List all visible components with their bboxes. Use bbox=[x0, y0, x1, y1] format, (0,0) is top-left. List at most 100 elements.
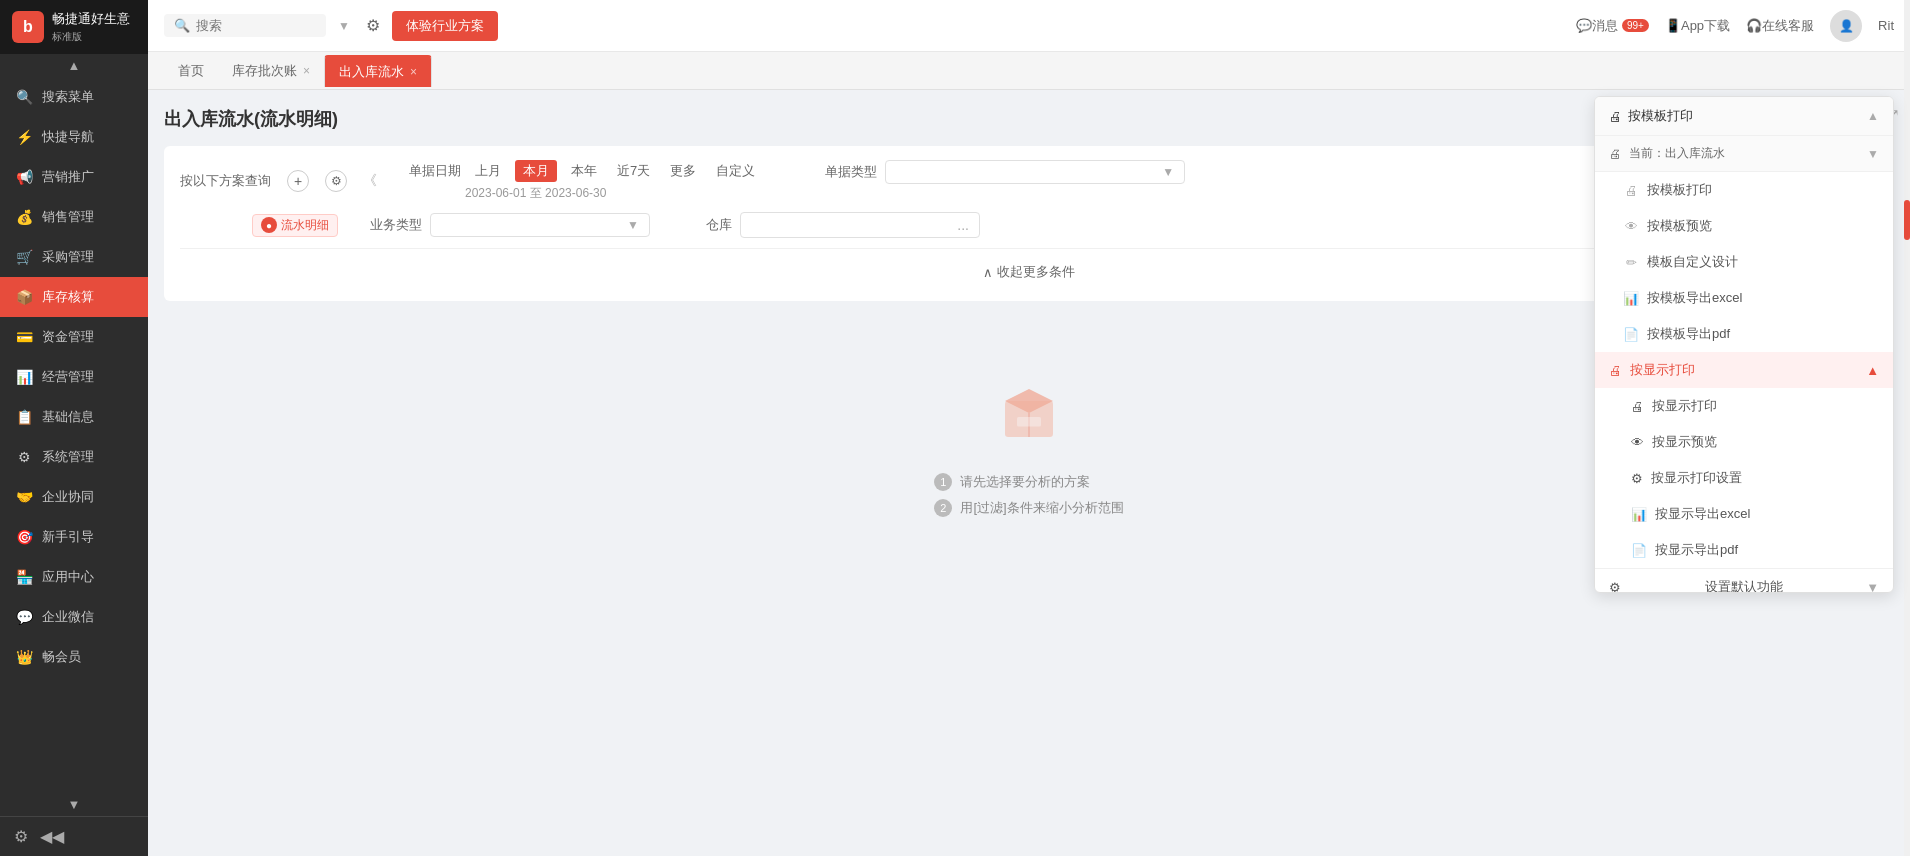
business-type-select[interactable]: ▼ bbox=[430, 213, 650, 237]
empty-state-icon bbox=[989, 373, 1069, 453]
filter-collapse-btn[interactable]: 《 bbox=[363, 172, 377, 190]
date-field-label: 单据日期 bbox=[409, 162, 461, 180]
empty-step-1: 1 请先选择要分析的方案 bbox=[934, 473, 1123, 491]
active-filter-tag-wrapper: ● 流水明细 bbox=[252, 214, 338, 237]
display-preview-icon: 👁 bbox=[1631, 435, 1644, 450]
tab-flow[interactable]: 出入库流水 × bbox=[324, 55, 432, 87]
collapse-conditions-btn[interactable]: ∧ 收起更多条件 bbox=[977, 257, 1081, 287]
dropdown-header-arrow[interactable]: ▲ bbox=[1867, 109, 1879, 123]
display-section-arrow: ▲ bbox=[1866, 363, 1879, 378]
customer-service-icon: 🎧 bbox=[1746, 18, 1762, 33]
sidebar-scroll-up[interactable]: ▲ bbox=[0, 54, 148, 77]
dropdown-header-title: 🖨 按模板打印 bbox=[1609, 107, 1693, 125]
dropdown-item-display-print[interactable]: 🖨 按显示打印 bbox=[1595, 388, 1893, 424]
sidebar-item-guide[interactable]: 🎯 新手引导 bbox=[0, 517, 148, 557]
template-custom-icon: ✏ bbox=[1623, 254, 1639, 270]
guide-icon: 🎯 bbox=[14, 527, 34, 547]
display-excel-icon: 📊 bbox=[1631, 507, 1647, 522]
dropdown-item-display-settings[interactable]: ⚙ 按显示打印设置 bbox=[1595, 460, 1893, 496]
sidebar-item-quick-nav[interactable]: ⚡ 快捷导航 bbox=[0, 117, 148, 157]
voucher-type-arrow: ▼ bbox=[1162, 165, 1174, 179]
operations-icon: 📊 bbox=[14, 367, 34, 387]
warehouse-label: 仓库 bbox=[706, 216, 732, 234]
logo-text: 畅捷通好生意 标准版 bbox=[52, 10, 130, 44]
search-input[interactable] bbox=[196, 18, 316, 33]
template-print-icon: 🖨 bbox=[1623, 182, 1639, 198]
sidebar-item-sales[interactable]: 💰 销售管理 bbox=[0, 197, 148, 237]
search-dropdown-arrow[interactable]: ▼ bbox=[338, 19, 350, 33]
sidebar-item-system[interactable]: ⚙ 系统管理 bbox=[0, 437, 148, 477]
search-box-icon: 🔍 bbox=[174, 18, 190, 33]
voucher-type-group: 单据类型 ▼ bbox=[825, 160, 1185, 184]
messages-icon: 💬 bbox=[1576, 18, 1592, 33]
sidebar-item-search[interactable]: 🔍 搜索菜单 bbox=[0, 77, 148, 117]
sidebar-item-operations[interactable]: 📊 经营管理 bbox=[0, 357, 148, 397]
sidebar-settings-icon[interactable]: ⚙ bbox=[14, 827, 28, 846]
right-resize-handle[interactable] bbox=[1904, 0, 1910, 856]
sidebar-item-inventory[interactable]: 📦 库存核算 bbox=[0, 277, 148, 317]
sidebar-item-wechat[interactable]: 💬 企业微信 bbox=[0, 597, 148, 637]
sidebar-footer: ⚙ ◀◀ bbox=[0, 816, 148, 856]
dropdown-item-template-print[interactable]: 🖨 按模板打印 bbox=[1595, 172, 1893, 208]
date-tab-last7[interactable]: 近7天 bbox=[611, 160, 656, 182]
search-icon: 🔍 bbox=[14, 87, 34, 107]
date-tab-this-month[interactable]: 本月 bbox=[515, 160, 557, 182]
date-filter-row: 单据日期 上月 本月 本年 近7天 更多 自定义 bbox=[409, 160, 761, 182]
topbar-settings-icon[interactable]: ⚙ bbox=[366, 16, 380, 35]
top-bar: 🔍 ▼ ⚙ 体验行业方案 💬 消息 99+ 📱 App下载 🎧 bbox=[148, 0, 1910, 52]
dropdown-footer[interactable]: ⚙ 设置默认功能 ▼ bbox=[1595, 568, 1893, 592]
filter-settings-btn[interactable]: ⚙ bbox=[325, 170, 347, 192]
display-print-icon: 🖨 bbox=[1631, 399, 1644, 414]
user-avatar[interactable]: 👤 bbox=[1830, 10, 1862, 42]
date-tab-more[interactable]: 更多 bbox=[664, 160, 702, 182]
industry-btn[interactable]: 体验行业方案 bbox=[392, 11, 498, 41]
sidebar-item-purchase[interactable]: 🛒 采购管理 bbox=[0, 237, 148, 277]
collab-icon: 🤝 bbox=[14, 487, 34, 507]
sidebar-item-apps[interactable]: 🏪 应用中心 bbox=[0, 557, 148, 597]
date-tab-prev-month[interactable]: 上月 bbox=[469, 160, 507, 182]
username-label[interactable]: Rit bbox=[1878, 18, 1894, 33]
dropdown-item-display-pdf[interactable]: 📄 按显示导出pdf bbox=[1595, 532, 1893, 568]
warehouse-select[interactable]: ... bbox=[740, 212, 980, 238]
dropdown-item-template-custom[interactable]: ✏ 模板自定义设计 bbox=[1595, 244, 1893, 280]
sidebar-item-member[interactable]: 👑 畅会员 bbox=[0, 637, 148, 677]
voucher-type-select[interactable]: ▼ bbox=[885, 160, 1185, 184]
date-tab-custom[interactable]: 自定义 bbox=[710, 160, 761, 182]
dropdown-item-display-preview[interactable]: 👁 按显示预览 bbox=[1595, 424, 1893, 460]
sidebar-item-finance[interactable]: 💳 资金管理 bbox=[0, 317, 148, 357]
display-section-header[interactable]: 🖨 按显示打印 ▲ bbox=[1595, 352, 1893, 388]
messages-btn[interactable]: 💬 消息 99+ bbox=[1576, 17, 1649, 35]
filter-tag-flow: ● 流水明细 bbox=[252, 214, 338, 237]
business-type-label: 业务类型 bbox=[370, 216, 422, 234]
business-type-arrow: ▼ bbox=[627, 218, 639, 232]
tab-bar: 首页 库存批次账 × 出入库流水 × bbox=[148, 52, 1910, 90]
filter-add-btn[interactable]: + bbox=[287, 170, 309, 192]
display-settings-icon: ⚙ bbox=[1631, 471, 1643, 486]
sidebar-item-marketing[interactable]: 📢 营销推广 bbox=[0, 157, 148, 197]
top-bar-left: 🔍 ▼ ⚙ 体验行业方案 bbox=[164, 11, 498, 41]
dropdown-item-template-excel[interactable]: 📊 按模板导出excel bbox=[1595, 280, 1893, 316]
page-title: 出入库流水(流水明细) bbox=[164, 107, 338, 131]
tab-batch-ledger[interactable]: 库存批次账 × bbox=[218, 56, 324, 86]
tab-flow-close[interactable]: × bbox=[410, 65, 417, 79]
warehouse-more-icon[interactable]: ... bbox=[957, 217, 969, 233]
customer-service-btn[interactable]: 🎧 在线客服 bbox=[1746, 17, 1814, 35]
search-box[interactable]: 🔍 bbox=[164, 14, 326, 37]
tab-batch-ledger-close[interactable]: × bbox=[303, 64, 310, 78]
app-download-icon: 📱 bbox=[1665, 18, 1681, 33]
template-pdf-icon: 📄 bbox=[1623, 326, 1639, 342]
dropdown-footer-arrow: ▼ bbox=[1866, 580, 1879, 593]
dropdown-current-item[interactable]: 🖨 当前：出入库流水 ▼ bbox=[1595, 136, 1893, 172]
sidebar-scroll-down[interactable]: ▼ bbox=[0, 793, 148, 816]
app-download-btn[interactable]: 📱 App下载 bbox=[1665, 17, 1730, 35]
tab-home[interactable]: 首页 bbox=[164, 56, 218, 86]
dropdown-item-template-preview[interactable]: 👁 按模板预览 bbox=[1595, 208, 1893, 244]
date-tab-this-year[interactable]: 本年 bbox=[565, 160, 603, 182]
dropdown-item-template-pdf[interactable]: 📄 按模板导出pdf bbox=[1595, 316, 1893, 352]
sidebar-fold-icon[interactable]: ◀◀ bbox=[40, 827, 64, 846]
sidebar-item-collab[interactable]: 🤝 企业协同 bbox=[0, 477, 148, 517]
step-2-num: 2 bbox=[934, 499, 952, 517]
empty-step-2: 2 用[过滤]条件来缩小分析范围 bbox=[934, 499, 1123, 517]
dropdown-item-display-excel[interactable]: 📊 按显示导出excel bbox=[1595, 496, 1893, 532]
sidebar-item-basic[interactable]: 📋 基础信息 bbox=[0, 397, 148, 437]
